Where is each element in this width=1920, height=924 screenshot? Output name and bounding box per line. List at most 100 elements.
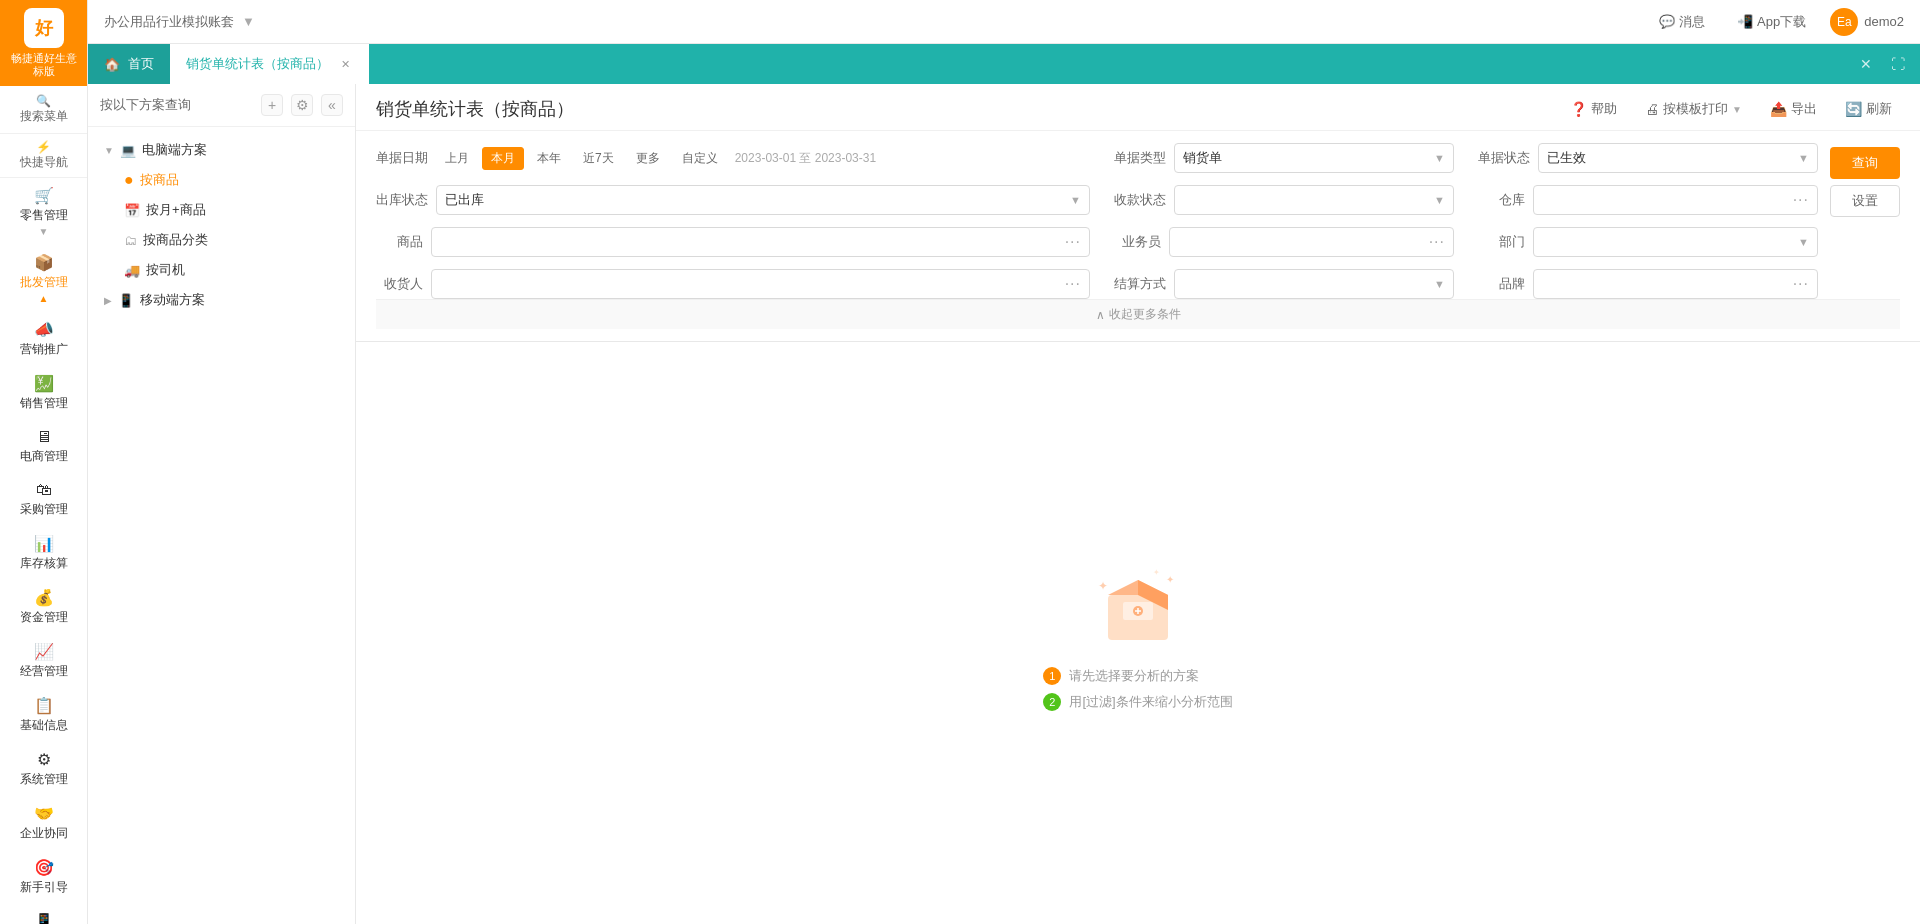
guide-icon: 🎯: [34, 858, 54, 877]
date-btn-more[interactable]: 更多: [627, 147, 669, 170]
date-btn-7days[interactable]: 近7天: [574, 147, 623, 170]
doc-type-label: 单据类型: [1114, 149, 1174, 167]
tab-sales-stats[interactable]: 销货单统计表（按商品） ✕: [170, 44, 369, 84]
collapse-panel-btn[interactable]: «: [321, 94, 343, 116]
salesperson-input[interactable]: ···: [1169, 227, 1454, 257]
appstore-icon: 📱: [34, 912, 54, 924]
sidebar-quick-nav[interactable]: ⚡ 快捷导航: [0, 134, 87, 178]
tree-item-by-month-goods[interactable]: 📅 按月+商品: [88, 195, 355, 225]
retail-icon: 🛒: [34, 186, 54, 205]
tree-item-by-driver[interactable]: 🚚 按司机: [88, 255, 355, 285]
tree-item-by-goods[interactable]: ● 按商品: [88, 165, 355, 195]
tree-item-by-category[interactable]: 🗂 按商品分类: [88, 225, 355, 255]
receipt-status-arrow-icon: ▼: [1434, 194, 1445, 206]
tree-expand-icon: ▼: [104, 145, 114, 156]
warehouse-dots-icon: ···: [1793, 191, 1809, 209]
message-icon: 💬: [1659, 14, 1675, 29]
out-status-arrow-icon: ▼: [1070, 194, 1081, 206]
out-status-label: 出库状态: [376, 191, 436, 209]
date-btn-this-month[interactable]: 本月: [482, 147, 524, 170]
sidebar-item-sales[interactable]: 💹 销售管理: [0, 366, 87, 420]
date-btn-last-month[interactable]: 上月: [436, 147, 478, 170]
sidebar-item-system[interactable]: ⚙ 系统管理: [0, 742, 87, 796]
avatar: Ea: [1830, 8, 1858, 36]
out-status-input[interactable]: 已出库 ▼: [436, 185, 1090, 215]
tree-section: ▼ 💻 电脑端方案 ● 按商品 📅 按月+商品 🗂 按商品分类 🚚: [88, 127, 355, 323]
settlement-arrow-icon: ▼: [1434, 278, 1445, 290]
logo-area[interactable]: 好 畅捷通好生意 标版: [0, 0, 87, 86]
help-btn[interactable]: ❓ 帮助: [1562, 96, 1625, 122]
date-btn-custom[interactable]: 自定义: [673, 147, 727, 170]
wholesale-icon: 📦: [34, 253, 54, 272]
receipt-status-label: 收款状态: [1114, 191, 1174, 209]
collapse-btn[interactable]: ∧ 收起更多条件: [376, 299, 1900, 329]
goods-label: 商品: [376, 233, 431, 251]
sidebar-search[interactable]: 🔍 搜索菜单: [0, 86, 87, 134]
header-right: 💬 消息 📲 App下载 Ea demo2: [1651, 8, 1904, 36]
sidebar-item-wholesale[interactable]: 📦 批发管理 ▲: [0, 245, 87, 312]
sidebar-item-finance[interactable]: 💰 资金管理: [0, 580, 87, 634]
empty-state: ✦ ✦ ✦ 1 请先选择要分析的方案 2 用[过滤]条件来缩小分析范围: [356, 342, 1920, 924]
export-btn[interactable]: 📤 导出: [1762, 96, 1825, 122]
help-icon: ❓: [1570, 101, 1587, 117]
sidebar-item-guide[interactable]: 🎯 新手引导: [0, 850, 87, 904]
refresh-icon: 🔄: [1845, 101, 1862, 117]
marketing-icon: 📣: [34, 320, 54, 339]
warehouse-input[interactable]: ···: [1533, 185, 1818, 215]
system-icon: ⚙: [37, 750, 51, 769]
sidebar-item-ecommerce[interactable]: 🖥 电商管理: [0, 420, 87, 473]
brand-input[interactable]: ···: [1533, 269, 1818, 299]
month-icon: 📅: [124, 203, 140, 218]
tree-pc-section[interactable]: ▼ 💻 电脑端方案: [88, 135, 355, 165]
receipt-status-input[interactable]: ▼: [1174, 185, 1454, 215]
svg-text:✦: ✦: [1166, 574, 1174, 585]
computer-icon: 💻: [120, 143, 136, 158]
filter-row-4: 收货人 ··· 结算方式 ▼: [376, 269, 1818, 299]
sidebar-item-purchase[interactable]: 🛍 采购管理: [0, 473, 87, 526]
tab-close-icon[interactable]: ✕: [337, 56, 353, 72]
print-template-btn[interactable]: 🖨 按模板打印 ▼: [1637, 96, 1750, 122]
query-button[interactable]: 查询: [1830, 147, 1900, 179]
user-area[interactable]: Ea demo2: [1830, 8, 1904, 36]
goods-input[interactable]: ···: [431, 227, 1090, 257]
page-title-bar: 销货单统计表（按商品） ❓ 帮助 🖨 按模板打印 ▼ 📤 导出: [356, 84, 1920, 131]
add-scheme-btn[interactable]: +: [261, 94, 283, 116]
sidebar-item-retail[interactable]: 🛒 零售管理 ▼: [0, 178, 87, 245]
tab-maximize-btn[interactable]: ⛶: [1884, 50, 1912, 78]
doc-status-arrow-icon: ▼: [1798, 152, 1809, 164]
app-download-btn[interactable]: 📲 App下载: [1729, 9, 1814, 35]
logo-subtitle: 标版: [33, 65, 55, 78]
settings-scheme-btn[interactable]: ⚙: [291, 94, 313, 116]
settings-button[interactable]: 设置: [1830, 185, 1900, 217]
svg-text:✦: ✦: [1098, 579, 1108, 593]
tree-mobile-section[interactable]: ▶ 📱 移动端方案: [88, 285, 355, 315]
receiver-dots-icon: ···: [1065, 275, 1081, 293]
basic-icon: 📋: [34, 696, 54, 715]
doc-type-input[interactable]: 销货单 ▼: [1174, 143, 1454, 173]
empty-illustration: ✦ ✦ ✦: [1088, 555, 1188, 655]
tab-home[interactable]: 🏠 首页: [88, 44, 170, 84]
receiver-input[interactable]: ···: [431, 269, 1090, 299]
sidebar-item-operations[interactable]: 📈 经营管理: [0, 634, 87, 688]
sidebar-item-basic[interactable]: 📋 基础信息: [0, 688, 87, 742]
sidebar-item-enterprise[interactable]: 🤝 企业协同: [0, 796, 87, 850]
date-btn-this-year[interactable]: 本年: [528, 147, 570, 170]
salesperson-dots-icon: ···: [1429, 233, 1445, 251]
doc-status-input[interactable]: 已生效 ▼: [1538, 143, 1818, 173]
department-input[interactable]: ▼: [1533, 227, 1818, 257]
settlement-input[interactable]: ▼: [1174, 269, 1454, 299]
sidebar-item-appstore[interactable]: 📱 应用中心: [0, 904, 87, 924]
tab-close-window-btn[interactable]: ✕: [1852, 50, 1880, 78]
panel-header-icons: + ⚙ «: [261, 94, 343, 116]
salesperson-label: 业务员: [1114, 233, 1169, 251]
filter-receipt-status-field: 收款状态 ▼: [1114, 185, 1454, 215]
sidebar-item-inventory[interactable]: 📊 库存核算: [0, 526, 87, 580]
operations-icon: 📈: [34, 642, 54, 661]
refresh-btn[interactable]: 🔄 刷新: [1837, 96, 1900, 122]
message-btn[interactable]: 💬 消息: [1651, 9, 1713, 35]
quick-nav-icon: ⚡: [0, 140, 87, 154]
tip-num-2: 2: [1043, 693, 1061, 711]
driver-icon: 🚚: [124, 263, 140, 278]
title-actions: ❓ 帮助 🖨 按模板打印 ▼ 📤 导出 🔄 刷新: [1562, 96, 1900, 122]
sidebar-item-marketing[interactable]: 📣 营销推广: [0, 312, 87, 366]
